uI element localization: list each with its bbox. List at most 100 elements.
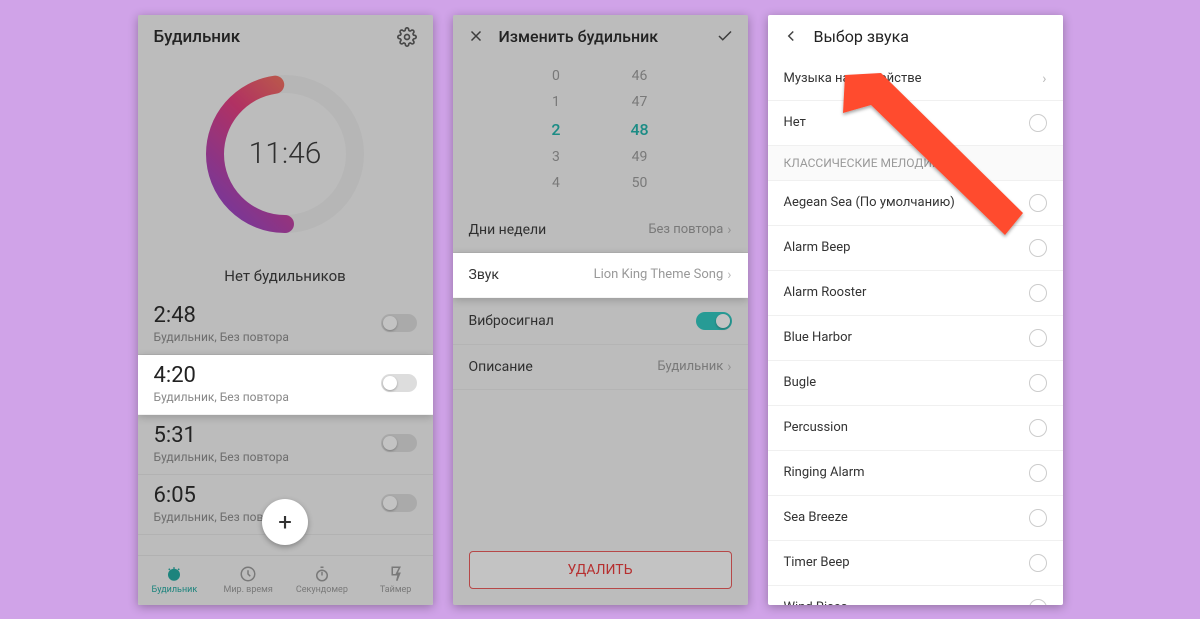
melody-label: Blue Harbor xyxy=(784,330,852,345)
melody-row[interactable]: Percussion xyxy=(768,406,1063,451)
sound-value: Lion King Theme Song xyxy=(594,267,724,282)
chevron-right-icon: › xyxy=(727,222,731,238)
tab-stopwatch[interactable]: Секундомер xyxy=(285,556,359,605)
vibro-row[interactable]: Вибросигнал xyxy=(453,298,748,345)
desc-label: Описание xyxy=(469,359,533,375)
radio-icon[interactable] xyxy=(1029,599,1047,605)
radio-icon[interactable] xyxy=(1029,114,1047,132)
picker-minute[interactable]: 49 xyxy=(632,149,648,165)
header: Будильник xyxy=(138,15,433,59)
header: Изменить будильник xyxy=(453,15,748,58)
tab-world-clock[interactable]: Мир. время xyxy=(211,556,285,605)
music-on-device-label: Музыка на устройстве xyxy=(784,71,922,86)
chevron-right-icon: › xyxy=(727,359,731,375)
radio-icon[interactable] xyxy=(1029,419,1047,437)
radio-icon[interactable] xyxy=(1029,464,1047,482)
picker-hour[interactable]: 1 xyxy=(552,94,560,110)
tab-timer[interactable]: Таймер xyxy=(359,556,433,605)
sound-label: Звук xyxy=(469,267,499,283)
alarm-time: 2:48 xyxy=(154,303,289,328)
screen-sound-picker: Выбор звука Музыка на устройстве › Нет К… xyxy=(768,15,1063,605)
vibro-toggle[interactable] xyxy=(696,312,732,330)
alarm-item[interactable]: 4:20 Будильник, Без повтора xyxy=(138,355,433,415)
alarm-sub: Будильник, Без повтора xyxy=(154,450,289,464)
alarm-toggle[interactable] xyxy=(381,314,417,332)
screen-edit-alarm: Изменить будильник 01234 4647484950 Дни … xyxy=(453,15,748,605)
radio-icon[interactable] xyxy=(1029,284,1047,302)
delete-button[interactable]: УДАЛИТЬ xyxy=(469,551,732,589)
header-title: Выбор звука xyxy=(814,27,909,46)
melody-label: Timer Beep xyxy=(784,555,850,570)
description-row[interactable]: Описание Будильник › xyxy=(453,345,748,390)
chevron-right-icon: › xyxy=(1042,71,1046,87)
picker-minute[interactable]: 46 xyxy=(632,68,648,84)
screen-alarm-list: Будильник 11:46 Нет будильников 2:48 xyxy=(138,15,433,605)
radio-icon[interactable] xyxy=(1029,239,1047,257)
section-label: КЛАССИЧЕСКИЕ МЕЛОДИИ xyxy=(784,156,941,170)
melody-row[interactable]: Aegean Sea (По умолчанию) xyxy=(768,181,1063,226)
alarm-toggle[interactable] xyxy=(381,374,417,392)
radio-icon[interactable] xyxy=(1029,194,1047,212)
alarm-item[interactable]: 2:48 Будильник, Без повтора xyxy=(138,295,433,355)
days-value: Без повтора xyxy=(648,222,723,237)
melody-row[interactable]: Ringing Alarm xyxy=(768,451,1063,496)
header-title: Будильник xyxy=(154,27,241,47)
picker-hour[interactable]: 0 xyxy=(552,68,560,84)
melody-row[interactable]: Bugle xyxy=(768,361,1063,406)
desc-value: Будильник xyxy=(657,359,723,374)
chevron-right-icon: › xyxy=(727,267,731,283)
radio-icon[interactable] xyxy=(1029,329,1047,347)
melody-row[interactable]: Sea Breeze xyxy=(768,496,1063,541)
confirm-icon[interactable] xyxy=(716,27,734,45)
melody-row[interactable]: Wind Rises xyxy=(768,586,1063,605)
melody-row[interactable]: Alarm Rooster xyxy=(768,271,1063,316)
melody-label: Alarm Beep xyxy=(784,240,851,255)
melody-label: Bugle xyxy=(784,375,817,390)
back-icon[interactable] xyxy=(782,27,800,45)
time-picker[interactable]: 0 1 2 3 4 46 47 48 49 50 xyxy=(453,58,748,208)
header-title: Изменить будильник xyxy=(485,27,716,46)
bottom-tabs: Будильник Мир. время Секундомер Таймер xyxy=(138,555,433,605)
sound-row[interactable]: Звук Lion King Theme Song› xyxy=(453,253,748,298)
vibro-label: Вибросигнал xyxy=(469,313,554,329)
tab-label: Мир. время xyxy=(223,585,272,595)
melody-row[interactable]: Alarm Beep xyxy=(768,226,1063,271)
add-alarm-button[interactable]: + xyxy=(262,499,308,545)
section-classic: КЛАССИЧЕСКИЕ МЕЛОДИИ xyxy=(768,146,1063,181)
picker-hour[interactable]: 2 xyxy=(551,120,560,139)
tab-label: Таймер xyxy=(380,585,411,595)
radio-icon[interactable] xyxy=(1029,509,1047,527)
music-on-device-row[interactable]: Музыка на устройстве › xyxy=(768,58,1063,101)
alarm-item[interactable]: 5:31 Будильник, Без повтора xyxy=(138,415,433,475)
picker-hour[interactable]: 3 xyxy=(552,149,560,165)
melody-label: Alarm Rooster xyxy=(784,285,867,300)
radio-icon[interactable] xyxy=(1029,554,1047,572)
alarm-toggle[interactable] xyxy=(381,434,417,452)
melody-row[interactable]: Blue Harbor xyxy=(768,316,1063,361)
days-row[interactable]: Дни недели Без повтора› xyxy=(453,208,748,253)
header: Выбор звука xyxy=(768,15,1063,58)
melody-row[interactable]: Timer Beep xyxy=(768,541,1063,586)
picker-minute[interactable]: 47 xyxy=(632,94,648,110)
gear-icon[interactable] xyxy=(397,27,417,47)
melody-label: Sea Breeze xyxy=(784,510,848,525)
none-row[interactable]: Нет xyxy=(768,101,1063,146)
none-label: Нет xyxy=(784,115,806,130)
alarm-time: 5:31 xyxy=(154,423,289,448)
melody-label: Aegean Sea (По умолчанию) xyxy=(784,195,955,210)
clock-ring: 11:46 xyxy=(138,59,433,249)
melody-label: Ringing Alarm xyxy=(784,465,865,480)
alarm-sub: Будильник, Без повтора xyxy=(154,330,289,344)
tab-alarm[interactable]: Будильник xyxy=(138,556,212,605)
tab-label: Будильник xyxy=(152,585,198,595)
picker-minute[interactable]: 48 xyxy=(630,120,648,139)
picker-hour[interactable]: 4 xyxy=(552,175,560,191)
radio-icon[interactable] xyxy=(1029,374,1047,392)
melody-label: Wind Rises xyxy=(784,600,848,605)
alarm-sub: Будильник, Без повтора xyxy=(154,390,289,404)
picker-minute[interactable]: 50 xyxy=(632,175,648,191)
close-icon[interactable] xyxy=(467,27,485,45)
alarm-time: 4:20 xyxy=(154,363,289,388)
alarm-toggle[interactable] xyxy=(381,494,417,512)
tab-label: Секундомер xyxy=(296,585,348,595)
